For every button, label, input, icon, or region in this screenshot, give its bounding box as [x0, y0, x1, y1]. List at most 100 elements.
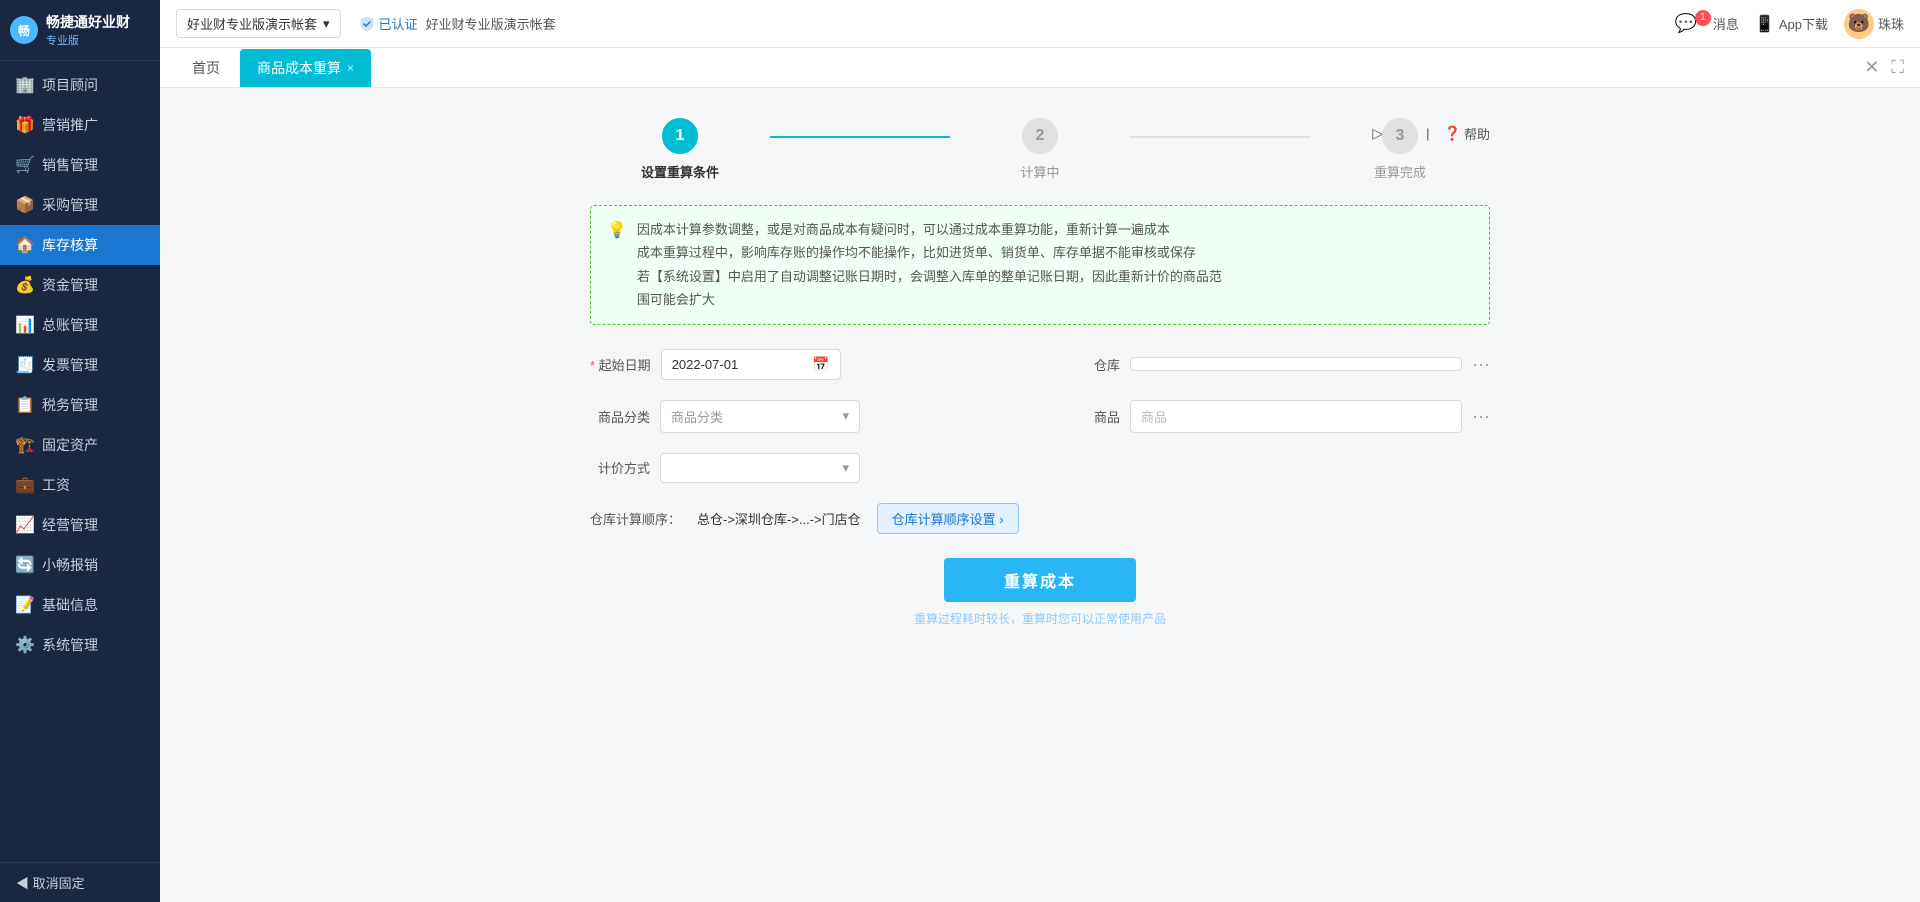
sidebar-unpin-button[interactable]: ◀ 取消固定 — [0, 862, 160, 902]
warehouse-order-btn-label: 仓库计算顺序设置 › — [892, 509, 1004, 528]
form-area: 起始日期 2022-07-01 📅 仓库 ··· 商品分类 — [590, 349, 1490, 627]
topbar-right: 💬 1 消息 📱 App下载 🐻 珠珠 — [1674, 9, 1904, 39]
recalculate-button[interactable]: 重算成本 — [944, 558, 1136, 602]
warehouse-label: 仓库 — [1060, 355, 1120, 374]
info-line-2: 成本重算过程中，影响库存账的操作均不能操作，比如进货单、销货单、库存单据不能审核… — [637, 241, 1222, 264]
warehouse-order-settings-button[interactable]: 仓库计算顺序设置 › — [877, 503, 1019, 534]
sidebar-item-system[interactable]: ⚙️ 系统管理 — [0, 625, 160, 665]
pricing-dropdown-icon: ▾ — [842, 460, 849, 476]
expand-window-icon[interactable]: ⛶ — [1891, 57, 1904, 78]
pricing-select[interactable]: ▾ — [660, 453, 860, 483]
sidebar-item-purchase[interactable]: 📦 采购管理 — [0, 185, 160, 225]
sidebar-item-label: 税务管理 — [42, 395, 98, 415]
warehouse-order-label: 仓库计算顺序： — [590, 509, 681, 528]
step-3-label: 重算完成 — [1374, 162, 1426, 181]
inventory-icon: 🏠 — [16, 236, 34, 254]
app-download-label: App下载 — [1779, 14, 1828, 33]
sidebar-item-tax[interactable]: 📋 税务管理 — [0, 385, 160, 425]
info-line-3: 若【系统设置】中启用了自动调整记账日期时，会调整入库单的整单记账日期，因此重新计… — [637, 265, 1222, 288]
sidebar-item-marketing[interactable]: 🎁 营销推广 — [0, 105, 160, 145]
sidebar-item-payroll[interactable]: 💼 工资 — [0, 465, 160, 505]
sidebar-item-label: 工资 — [42, 475, 70, 495]
tab-cost-recalc[interactable]: 商品成本重算 × — [240, 49, 371, 87]
app-logo: 畅 — [10, 16, 38, 44]
tab-home[interactable]: 首页 — [176, 50, 236, 86]
corner-icons: ✕ ⛶ — [1864, 57, 1904, 78]
warehouse-input[interactable] — [1130, 357, 1462, 371]
step-1: 1 设置重算条件 — [590, 118, 770, 181]
main-area: 好业财专业版演示帐套 ▾ 已认证 好业财专业版演示帐套 💬 1 消息 📱 App… — [160, 0, 1920, 902]
basic-icon: 📝 — [16, 596, 34, 614]
warehouse-field: 仓库 ··· — [1060, 354, 1490, 375]
help-link[interactable]: ❓ 帮助 — [1444, 124, 1490, 143]
sidebar-item-finance[interactable]: 💰 资金管理 — [0, 265, 160, 305]
unpin-label: ◀ 取消固定 — [16, 873, 85, 892]
verified-label: 已认证 — [379, 14, 418, 33]
step-3-circle: 3 — [1382, 118, 1418, 154]
account-display-name: 好业财专业版演示帐套 — [426, 14, 556, 33]
tab-home-label: 首页 — [192, 58, 220, 78]
shield-icon — [359, 16, 375, 32]
form-row-2: 商品分类 商品分类 ▾ 商品 商品 ··· — [590, 400, 1490, 433]
app-edition: 专业版 — [46, 32, 130, 48]
sidebar-item-label: 采购管理 — [42, 195, 98, 215]
sidebar-item-operations[interactable]: 📈 经营管理 — [0, 505, 160, 545]
sidebar-item-sales[interactable]: 🛒 销售管理 — [0, 145, 160, 185]
sidebar-item-label: 总账管理 — [42, 315, 98, 335]
project-icon: 🏢 — [16, 76, 34, 94]
sidebar-item-label: 项目顾问 — [42, 75, 98, 95]
sidebar-item-expense[interactable]: 🔄 小畅报销 — [0, 545, 160, 585]
sidebar-item-label: 经营管理 — [42, 515, 98, 535]
invoice-icon: 🧾 — [16, 356, 34, 374]
sidebar-item-label: 发票管理 — [42, 355, 98, 375]
form-row-1: 起始日期 2022-07-01 📅 仓库 ··· — [590, 349, 1490, 380]
close-window-icon[interactable]: ✕ — [1864, 57, 1879, 78]
step-2-label: 计算中 — [1020, 162, 1059, 181]
start-date-value: 2022-07-01 — [672, 357, 807, 372]
product-more-icon[interactable]: ··· — [1472, 406, 1490, 427]
sidebar-item-label: 资金管理 — [42, 275, 98, 295]
stepper-container: 1 设置重算条件 2 计算中 3 — [590, 118, 1490, 181]
message-label: 消息 — [1713, 14, 1739, 33]
verified-badge: 已认证 — [359, 14, 418, 33]
sidebar-item-label: 营销推广 — [42, 115, 98, 135]
start-date-input[interactable]: 2022-07-01 📅 — [661, 349, 841, 380]
app-name: 畅捷通好业财 — [46, 12, 130, 32]
sidebar-item-assets[interactable]: 🏗️ 固定资产 — [0, 425, 160, 465]
sales-icon: 🛒 — [16, 156, 34, 174]
accounting-icon: 📊 — [16, 316, 34, 334]
product-field: 商品 商品 ··· — [1060, 400, 1490, 433]
warehouse-more-icon[interactable]: ··· — [1472, 354, 1490, 375]
product-input[interactable]: 商品 — [1130, 400, 1462, 433]
notification-badge: 1 — [1695, 10, 1711, 26]
payroll-icon: 💼 — [16, 476, 34, 494]
avatar: 🐻 — [1844, 9, 1874, 39]
category-select[interactable]: 商品分类 ▾ — [660, 400, 860, 433]
expense-icon: 🔄 — [16, 556, 34, 574]
info-line-4: 围可能会扩大 — [637, 288, 1222, 311]
tab-close-icon[interactable]: × — [347, 61, 354, 75]
step-1-circle: 1 — [662, 118, 698, 154]
account-selector[interactable]: 好业财专业版演示帐套 ▾ — [176, 9, 341, 38]
warehouse-order-row: 仓库计算顺序： 总仓->深圳仓库->...->门店仓 仓库计算顺序设置 › — [590, 503, 1490, 534]
purchase-icon: 📦 — [16, 196, 34, 214]
sidebar-item-accounting[interactable]: 📊 总账管理 — [0, 305, 160, 345]
app-download-button[interactable]: 📱 App下载 — [1755, 14, 1828, 34]
sidebar-item-label: 系统管理 — [42, 635, 98, 655]
marketing-icon: 🎁 — [16, 116, 34, 134]
bulb-icon: 💡 — [607, 220, 627, 312]
tax-icon: 📋 — [16, 396, 34, 414]
sidebar-item-inventory[interactable]: 🏠 库存核算 — [0, 225, 160, 265]
sidebar-item-invoice[interactable]: 🧾 发票管理 — [0, 345, 160, 385]
message-icon: 💬 — [1674, 13, 1696, 34]
pricing-field: 计价方式 ▾ — [590, 453, 1020, 483]
assets-icon: 🏗️ — [16, 436, 34, 454]
form-row-3: 计价方式 ▾ — [590, 453, 1490, 483]
stepper: 1 设置重算条件 2 计算中 3 — [590, 118, 1490, 181]
category-label: 商品分类 — [590, 407, 650, 426]
sidebar-item-project[interactable]: 🏢 项目顾问 — [0, 65, 160, 105]
sidebar-item-basic[interactable]: 📝 基础信息 — [0, 585, 160, 625]
message-button[interactable]: 💬 1 消息 — [1674, 13, 1738, 34]
user-avatar-button[interactable]: 🐻 珠珠 — [1844, 9, 1904, 39]
calendar-icon: 📅 — [812, 356, 829, 373]
